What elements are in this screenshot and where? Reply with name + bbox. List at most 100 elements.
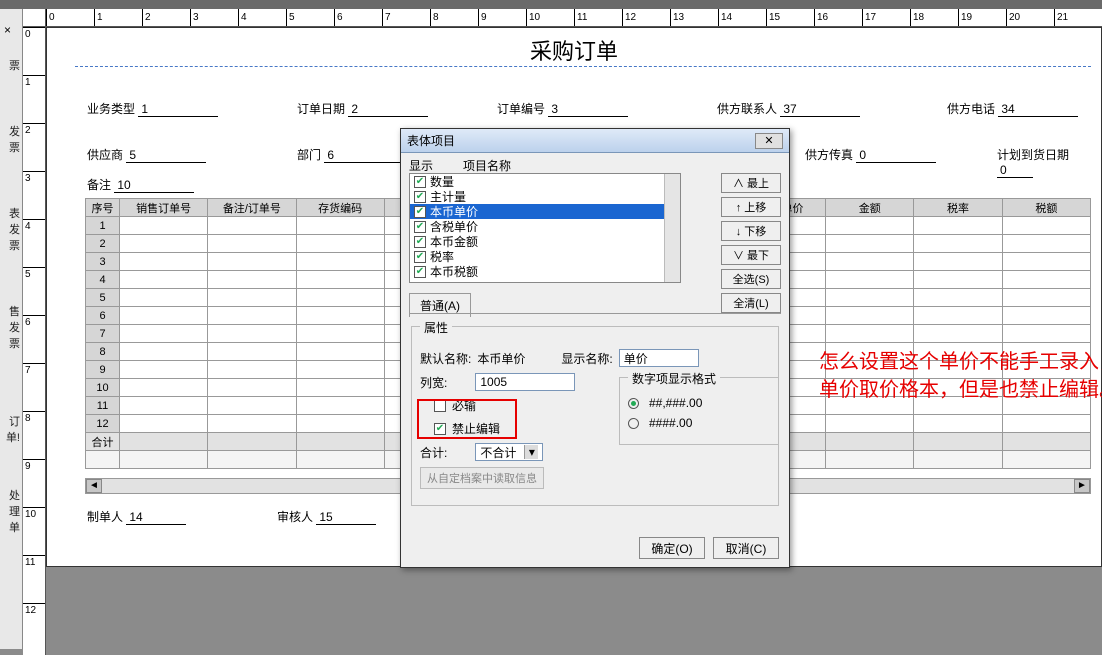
label: 制单人 [87, 510, 123, 524]
list-item-label: 本币税额 [430, 263, 478, 280]
ruler-corner [23, 9, 46, 27]
ruler-horizontal: 012345678910111213141516171819202122 [46, 9, 1102, 27]
side-item[interactable]: 处理单 [0, 447, 22, 537]
value: 10 [114, 178, 194, 193]
btn-down[interactable]: ↓ 下移 [721, 221, 781, 241]
field-list[interactable]: ✔数量✔主计量✔本币单价✔含税单价✔本币金额✔税率✔本币税额 [409, 173, 681, 283]
field-orderdate[interactable]: 订单日期 2 [297, 100, 428, 117]
btn-top[interactable]: ∧ 最上 [721, 173, 781, 193]
radio-fmt1[interactable] [628, 398, 639, 409]
combo-sum[interactable]: 不合计 ▾ [475, 443, 543, 461]
label: 备注 [87, 176, 111, 193]
side-item[interactable]: 票 [0, 9, 22, 75]
checkbox-icon[interactable]: ✔ [414, 266, 426, 278]
value: 15 [316, 510, 376, 525]
value: 14 [126, 510, 186, 525]
window-titlebar [0, 0, 1102, 9]
col-name: 项目名称 [463, 157, 511, 174]
value: 0 [856, 148, 936, 163]
value: 37 [780, 102, 860, 117]
dialog-titlebar[interactable]: 表体项目 ✕ [401, 129, 789, 153]
btn-readcustom: 从自定档案中读取信息 [420, 467, 544, 489]
list-item[interactable]: ✔本币单价 [410, 204, 680, 219]
side-item[interactable]: 发票 [0, 75, 22, 157]
value: 0 [997, 163, 1033, 178]
checkbox-icon[interactable]: ✔ [414, 251, 426, 263]
highlight-box [417, 399, 517, 439]
col-show: 显示 [409, 157, 433, 174]
label-defname: 默认名称: [420, 350, 471, 367]
btn-up[interactable]: ↑ 上移 [721, 197, 781, 217]
label-fmt1: ##,###.00 [649, 396, 702, 410]
btn-bottom[interactable]: ∨ 最下 [721, 245, 781, 265]
list-item[interactable]: ✔ 本币税额 [410, 264, 680, 279]
side-item[interactable]: 售发票 [0, 255, 22, 353]
field-dept[interactable]: 部门 6 [297, 146, 404, 163]
label: 计划到货日期 [997, 146, 1069, 163]
side-item[interactable]: 表发票 [0, 157, 22, 255]
label-dispname: 显示名称: [561, 350, 612, 367]
dialog-title: 表体项目 [407, 132, 455, 149]
value: 5 [126, 148, 206, 163]
value-defname: 本币单价 [477, 350, 525, 367]
label: 供应商 [87, 146, 123, 163]
list-item[interactable]: ✔主计量 [410, 189, 680, 204]
field-phone[interactable]: 供方电话 34 [947, 100, 1078, 117]
field-biztype[interactable]: 业务类型 1 [87, 100, 218, 117]
field-fax[interactable]: 供方传真 0 [805, 146, 936, 163]
chevron-down-icon: ▾ [524, 445, 538, 459]
checkbox-icon[interactable]: ✔ [414, 236, 426, 248]
scroll-right-icon[interactable]: ► [1074, 479, 1090, 493]
checkbox-icon[interactable]: ✔ [414, 176, 426, 188]
dialog-footer: 确定(O) 取消(C) [639, 537, 779, 559]
document-title: 采购订单 [47, 34, 1101, 66]
input-dispname[interactable] [619, 349, 699, 367]
label: 订单日期 [297, 100, 345, 117]
label: 供方传真 [805, 146, 853, 163]
group-legend: 数字项显示格式 [628, 370, 720, 387]
field-orderno[interactable]: 订单编号 3 [497, 100, 628, 117]
checkbox-icon[interactable]: ✔ [414, 206, 426, 218]
ruler-vertical: 0123456789101112 [23, 27, 46, 655]
label: 审核人 [277, 510, 313, 524]
value: 34 [998, 102, 1078, 117]
list-item[interactable]: ✔含税单价 [410, 219, 680, 234]
side-panel: × 票 发票 表发票 售发票 订单! 处理单 [0, 9, 23, 649]
side-item[interactable]: 订单! [0, 353, 22, 447]
field-remark[interactable]: 备注 10 [87, 176, 194, 193]
scroll-left-icon[interactable]: ◄ [86, 479, 102, 493]
list-scrollbar[interactable] [664, 174, 680, 282]
label-fmt2: ####.00 [649, 416, 692, 430]
reorder-buttons: ∧ 最上 ↑ 上移 ↓ 下移 ∨ 最下 全选(S) 全清(L) [721, 173, 781, 313]
btn-selectall[interactable]: 全选(S) [721, 269, 781, 289]
combo-value: 不合计 [480, 444, 516, 461]
field-planarr[interactable]: 计划到货日期 0 [997, 146, 1101, 178]
list-item[interactable]: ✔税率 [410, 249, 680, 264]
value: 1 [138, 102, 218, 117]
group-legend: 属性 [420, 319, 452, 336]
value: 2 [348, 102, 428, 117]
label-sum: 合计: [420, 444, 447, 461]
field-checker[interactable]: 审核人 15 [277, 508, 376, 525]
numformat-group: 数字项显示格式 ##,###.00 ####.00 [619, 377, 779, 445]
close-x-icon[interactable]: × [4, 23, 11, 37]
label: 订单编号 [497, 100, 545, 117]
checkbox-icon[interactable]: ✔ [414, 191, 426, 203]
field-contact[interactable]: 供方联系人 37 [717, 100, 860, 117]
list-item[interactable]: ✔数量 [410, 174, 680, 189]
cancel-button[interactable]: 取消(C) [713, 537, 779, 559]
dash-separator [75, 66, 1091, 67]
radio-fmt2[interactable] [628, 418, 639, 429]
value: 3 [548, 102, 628, 117]
label: 供方电话 [947, 100, 995, 117]
label: 供方联系人 [717, 100, 777, 117]
input-colwidth[interactable] [475, 373, 575, 391]
field-supplier[interactable]: 供应商 5 [87, 146, 206, 163]
annotation-text: 怎么设置这个单价不能手工录入，单价取价格本，但是也禁止编辑。 [819, 348, 1102, 404]
list-item[interactable]: ✔本币金额 [410, 234, 680, 249]
close-icon[interactable]: ✕ [755, 133, 783, 149]
ok-button[interactable]: 确定(O) [639, 537, 705, 559]
field-preparer[interactable]: 制单人 14 [87, 508, 186, 525]
checkbox-icon[interactable]: ✔ [414, 221, 426, 233]
label-colwidth: 列宽: [420, 374, 447, 391]
